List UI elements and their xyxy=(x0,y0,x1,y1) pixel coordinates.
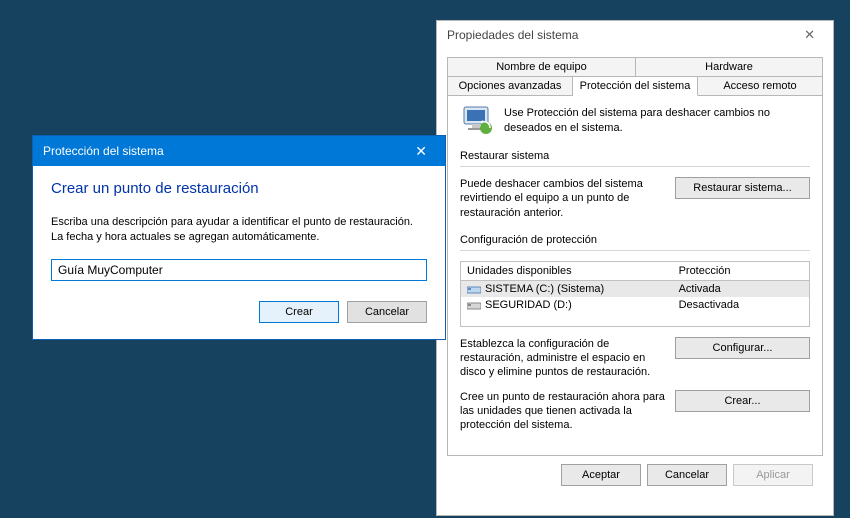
create-button[interactable]: Crear xyxy=(259,301,339,323)
prot-heading: Crear un punto de restauración xyxy=(51,180,427,197)
restore-description: Puede deshacer cambios del sistema revir… xyxy=(460,177,665,220)
create-point-button[interactable]: Crear... xyxy=(675,390,810,412)
create-point-description: Cree un punto de restauración ahora para… xyxy=(460,390,665,433)
tab-remote-access[interactable]: Acceso remoto xyxy=(698,77,823,96)
drive-protection: Activada xyxy=(679,283,803,295)
tab-system-protection[interactable]: Protección del sistema xyxy=(573,77,698,96)
drive-icon xyxy=(467,300,481,310)
close-icon[interactable]: ✕ xyxy=(794,25,825,45)
tab-hardware[interactable]: Hardware xyxy=(635,57,823,77)
apply-button[interactable]: Aplicar xyxy=(733,464,813,486)
create-restore-point-dialog: Protección del sistema ✕ Crear un punto … xyxy=(32,135,446,340)
drive-name: SISTEMA (C:) (Sistema) xyxy=(485,283,604,295)
drive-protection: Desactivada xyxy=(679,299,803,311)
drive-row[interactable]: SISTEMA (C:) (Sistema) Activada xyxy=(461,281,809,297)
restore-point-description-input[interactable] xyxy=(51,259,427,281)
sysprop-titlebar: Propiedades del sistema ✕ xyxy=(437,21,833,49)
tab-computer-name[interactable]: Nombre de equipo xyxy=(447,57,635,77)
prot-body: Crear un punto de restauración Escriba u… xyxy=(33,166,445,339)
tab-panel-protection: Use Protección del sistema para deshacer… xyxy=(447,95,823,456)
configure-button[interactable]: Configurar... xyxy=(675,337,810,359)
system-properties-window: Propiedades del sistema ✕ Nombre de equi… xyxy=(436,20,834,516)
col-protection: Protección xyxy=(679,265,803,277)
divider xyxy=(460,166,810,167)
close-icon[interactable]: ✕ xyxy=(403,140,439,163)
cancel-button[interactable]: Cancelar xyxy=(647,464,727,486)
prot-buttons: Crear Cancelar xyxy=(51,301,427,323)
drives-header: Unidades disponibles Protección xyxy=(460,261,810,281)
tab-advanced[interactable]: Opciones avanzadas xyxy=(447,77,573,96)
divider xyxy=(460,250,810,251)
sysprop-bottom-buttons: Aceptar Cancelar Aplicar xyxy=(447,456,823,486)
section-restore-label: Restaurar sistema xyxy=(460,150,810,162)
drive-name: SEGURIDAD (D:) xyxy=(485,299,572,311)
protection-intro: Use Protección del sistema para deshacer… xyxy=(460,106,810,136)
drive-row[interactable]: SEGURIDAD (D:) Desactivada xyxy=(461,297,809,313)
configure-description: Establezca la configuración de restaurac… xyxy=(460,337,665,380)
section-config-label: Configuración de protección xyxy=(460,234,810,246)
prot-titlebar: Protección del sistema ✕ xyxy=(33,136,445,166)
protection-intro-text: Use Protección del sistema para deshacer… xyxy=(504,106,810,136)
drives-list[interactable]: SISTEMA (C:) (Sistema) Activada SEGURIDA… xyxy=(460,281,810,327)
sysprop-body: Nombre de equipo Hardware Opciones avanz… xyxy=(437,49,833,496)
ok-button[interactable]: Aceptar xyxy=(561,464,641,486)
system-protection-icon xyxy=(460,106,494,136)
tabs: Nombre de equipo Hardware Opciones avanz… xyxy=(447,57,823,96)
cancel-button[interactable]: Cancelar xyxy=(347,301,427,323)
prot-title: Protección del sistema xyxy=(43,144,164,158)
prot-description: Escriba una descripción para ayudar a id… xyxy=(51,215,427,245)
col-drives: Unidades disponibles xyxy=(467,265,679,277)
drive-icon xyxy=(467,284,481,294)
sysprop-title: Propiedades del sistema xyxy=(447,28,578,42)
restore-system-button[interactable]: Restaurar sistema... xyxy=(675,177,810,199)
